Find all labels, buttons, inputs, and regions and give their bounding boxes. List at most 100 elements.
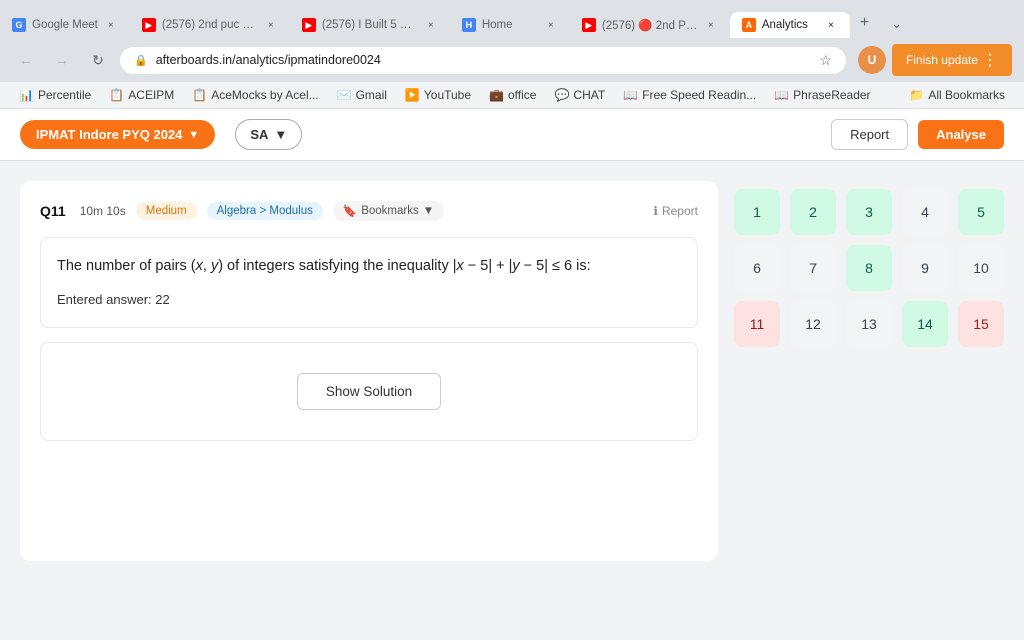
url-text: afterboards.in/analytics/ipmatindore0024 (156, 53, 812, 67)
entered-answer: Entered answer: 22 (57, 289, 681, 311)
question-body: The number of pairs (x, y) of integers s… (40, 237, 698, 328)
finish-update-label: Finish update (906, 53, 978, 67)
nav-right: Report Analyse (831, 119, 1004, 150)
topic-badge: Algebra > Modulus (207, 202, 323, 220)
question-btn-10[interactable]: 10 (958, 245, 1004, 291)
youtube-icon: ▶️ (405, 88, 420, 102)
bookmark-label: CHAT (573, 88, 605, 102)
bookmark-gmail[interactable]: ✉️ Gmail (330, 85, 394, 105)
new-tab-button[interactable]: + (850, 8, 879, 38)
tab-title: Home (482, 19, 538, 31)
tab-extreme[interactable]: ▶ (2576) I Built 5 EXTREME... × (290, 12, 450, 38)
tab-close-icon[interactable]: × (424, 18, 438, 32)
bookmark-percentile[interactable]: 📊 Percentile (12, 85, 98, 105)
bookmark-button[interactable]: 🔖 Bookmarks ▼ (333, 201, 444, 221)
analyse-button[interactable]: Analyse (918, 120, 1004, 149)
bookmark-acemocks[interactable]: 📋 AceMocks by Acel... (185, 85, 325, 105)
bookmark-phrasereader[interactable]: 📖 PhraseReader (767, 85, 877, 105)
page-content: IPMAT Indore PYQ 2024 ▼ SA ▼ Report Anal… (0, 109, 1024, 639)
grid-row-3: 11 12 13 14 15 (734, 301, 1004, 347)
tab-close-icon[interactable]: × (104, 18, 118, 32)
question-btn-12[interactable]: 12 (790, 301, 836, 347)
tab-analytics[interactable]: A Analytics × (730, 12, 850, 38)
report-link[interactable]: ℹ Report (653, 204, 698, 218)
gmail-icon: ✉️ (337, 88, 352, 102)
tab-google-meet[interactable]: G Google Meet × (0, 12, 130, 38)
bookmark-label: Free Speed Readin... (642, 88, 756, 102)
question-btn-15[interactable]: 15 (958, 301, 1004, 347)
tab-puc-english[interactable]: ▶ (2576) 2nd puc english a... × (130, 12, 290, 38)
question-text: The number of pairs (x, y) of integers s… (57, 254, 681, 279)
question-btn-11[interactable]: 11 (734, 301, 780, 347)
top-navigation: IPMAT Indore PYQ 2024 ▼ SA ▼ Report Anal… (0, 109, 1024, 161)
brand-pill[interactable]: IPMAT Indore PYQ 2024 ▼ (20, 120, 215, 149)
question-btn-7[interactable]: 7 (790, 245, 836, 291)
bookmark-youtube[interactable]: ▶️ YouTube (398, 85, 478, 105)
chat-icon: 💬 (554, 88, 569, 102)
question-time: 10m 10s (80, 204, 126, 218)
tab-overflow-button[interactable]: ⌄ (883, 10, 910, 38)
bookmark-chevron-icon: ▼ (423, 205, 434, 217)
question-btn-4[interactable]: 4 (902, 189, 948, 235)
section-pill[interactable]: SA ▼ (235, 119, 302, 150)
tab-close-icon[interactable]: × (264, 18, 278, 32)
section-chevron-icon: ▼ (274, 127, 287, 142)
percentile-icon: 📊 (19, 88, 34, 102)
question-btn-9[interactable]: 9 (902, 245, 948, 291)
bookmark-label: Bookmarks (361, 205, 419, 217)
tab-title: Google Meet (32, 19, 98, 31)
profile-icon[interactable]: U (858, 46, 886, 74)
brand-chevron-icon: ▼ (188, 129, 199, 141)
main-container: Q1110m 10s Medium Algebra > Modulus 🔖 Bo… (0, 161, 1024, 581)
bookmark-aceipm[interactable]: 📋 ACEIPM (102, 85, 181, 105)
bookmark-icon: 🔖 (343, 204, 357, 218)
solution-area: Show Solution (40, 342, 698, 441)
bookmark-chat[interactable]: 💬 CHAT (547, 85, 612, 105)
tab-puc-eng2[interactable]: ▶ (2576) 🔴 2nd PUC ENG... × (570, 12, 730, 38)
bookmark-speed-reading[interactable]: 📖 Free Speed Readin... (616, 85, 763, 105)
acemocks-icon: 📋 (192, 88, 207, 102)
bookmark-label: AceMocks by Acel... (211, 88, 318, 102)
show-solution-button[interactable]: Show Solution (297, 373, 441, 410)
tab-title: (2576) I Built 5 EXTREME... (322, 19, 418, 31)
nav-left: IPMAT Indore PYQ 2024 ▼ SA ▼ (20, 119, 302, 150)
question-btn-3[interactable]: 3 (846, 189, 892, 235)
bookmark-label: YouTube (424, 88, 471, 102)
address-bar: ← → ↻ 🔒 afterboards.in/analytics/ipmatin… (0, 38, 1024, 82)
tab-close-icon[interactable]: × (704, 18, 718, 32)
back-button[interactable]: ← (12, 46, 40, 74)
grid-row-1: 1 2 3 4 5 (734, 189, 1004, 235)
all-bookmarks-button[interactable]: 📁 All Bookmarks (902, 85, 1012, 105)
brand-label: IPMAT Indore PYQ 2024 (36, 127, 182, 142)
all-bookmarks-label: All Bookmarks (928, 88, 1005, 102)
question-btn-13[interactable]: 13 (846, 301, 892, 347)
reload-button[interactable]: ↻ (84, 46, 112, 74)
question-btn-8[interactable]: 8 (846, 245, 892, 291)
tab-title: Analytics (762, 19, 818, 31)
report-label: Report (662, 204, 698, 218)
grid-row-2: 6 7 8 9 10 (734, 245, 1004, 291)
url-bar[interactable]: 🔒 afterboards.in/analytics/ipmatindore00… (120, 47, 846, 74)
question-btn-6[interactable]: 6 (734, 245, 780, 291)
finish-update-dots: ⋮ (982, 50, 998, 70)
tab-home[interactable]: H Home × (450, 12, 570, 38)
tab-bar: G Google Meet × ▶ (2576) 2nd puc english… (0, 0, 1024, 38)
question-btn-14[interactable]: 14 (902, 301, 948, 347)
entered-answer-label: Entered answer: (57, 292, 152, 307)
bookmark-office[interactable]: 💼 office (482, 85, 543, 105)
question-btn-2[interactable]: 2 (790, 189, 836, 235)
report-button[interactable]: Report (831, 119, 908, 150)
report-icon: ℹ (653, 204, 658, 218)
office-icon: 💼 (489, 88, 504, 102)
question-grid: 1 2 3 4 5 6 7 8 9 10 11 12 13 14 15 (734, 181, 1004, 561)
speed-reading-icon: 📖 (623, 88, 638, 102)
finish-update-button[interactable]: Finish update ⋮ (892, 44, 1012, 76)
question-btn-5[interactable]: 5 (958, 189, 1004, 235)
tab-close-icon[interactable]: × (824, 18, 838, 32)
bookmark-star-icon[interactable]: ☆ (819, 52, 832, 69)
question-btn-1[interactable]: 1 (734, 189, 780, 235)
tab-close-icon[interactable]: × (544, 18, 558, 32)
all-bookmarks-icon: 📁 (909, 88, 924, 102)
forward-button[interactable]: → (48, 46, 76, 74)
phrasereader-icon: 📖 (774, 88, 789, 102)
